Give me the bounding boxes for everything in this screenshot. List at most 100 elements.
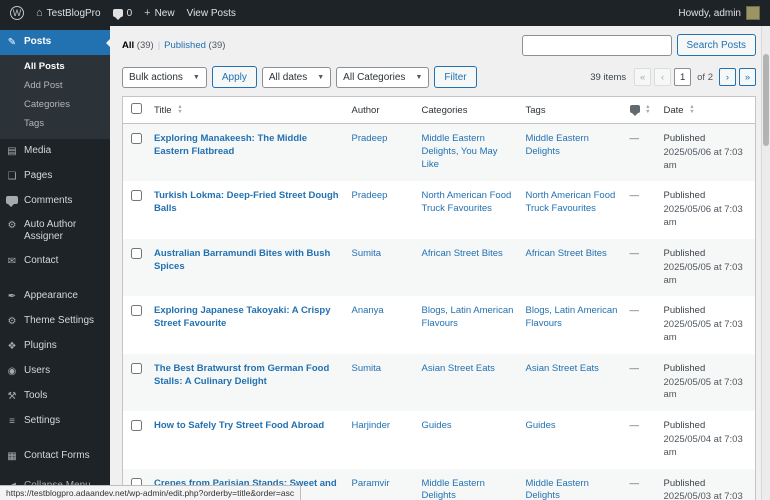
sidebar-item-auto-author-assigner[interactable]: ⚙ Auto Author Assigner (0, 213, 110, 249)
categories-cell: Asian Street Eats (416, 354, 520, 411)
category-link[interactable]: Asian Street Eats (422, 363, 495, 374)
category-link[interactable]: Middle Eastern Delights, You May Like (422, 133, 498, 170)
apply-button[interactable]: Apply (211, 66, 257, 88)
comments-cell: — (624, 124, 658, 182)
row-checkbox[interactable] (131, 247, 142, 259)
row-checkbox[interactable] (131, 362, 142, 374)
author-link[interactable]: Paramvir (352, 478, 390, 489)
sidebar-item-label: Auto Author Assigner (24, 219, 77, 242)
row-checkbox[interactable] (131, 305, 142, 317)
category-link[interactable]: Guides (422, 420, 452, 431)
last-page-button[interactable]: » (739, 68, 756, 86)
categories-filter-select[interactable]: All Categories ▼ (336, 66, 430, 88)
submenu-item-categories[interactable]: Categories (0, 95, 110, 114)
sidebar-item-appearance[interactable]: ✒ Appearance (0, 284, 110, 309)
column-header-date[interactable]: Date ▲ ▼ (657, 96, 756, 124)
wordpress-logo-icon[interactable]: W (10, 6, 24, 20)
tag-link[interactable]: Guides (526, 420, 556, 431)
tag-link[interactable]: Blogs, Latin American Flavours (526, 305, 618, 329)
comments-cell: — (624, 239, 658, 296)
title-cell: Exploring Japanese Takoyaki: A Crispy St… (148, 296, 346, 353)
submenu-item-tags[interactable]: Tags (0, 114, 110, 133)
howdy-admin-menu[interactable]: Howdy, admin (678, 8, 741, 19)
scrollbar-thumb[interactable] (763, 54, 769, 146)
bulk-actions-select[interactable]: Bulk actions ▼ (122, 66, 207, 88)
sort-icon: ▲ ▼ (689, 104, 695, 115)
tag-link[interactable]: Middle Eastern Delights (526, 133, 589, 157)
post-status: Published (663, 247, 706, 259)
category-link[interactable]: Middle Eastern Delights (422, 478, 485, 500)
post-date: 2025/05/06 at 7:03 am (663, 146, 743, 171)
posts-icon: ✎ (7, 37, 17, 48)
new-content-menu[interactable]: + New (144, 7, 174, 19)
sidebar-item-plugins[interactable]: ❖ Plugins (0, 334, 110, 359)
appearance-icon: ✒ (7, 291, 17, 302)
site-name-link[interactable]: ⌂ TestBlogPro (36, 7, 101, 19)
view-filter-published[interactable]: Published (39) (164, 40, 225, 51)
search-posts-button[interactable]: Search Posts (676, 34, 756, 56)
sidebar-item-users[interactable]: ◉ Users (0, 359, 110, 384)
submenu-item-all-posts[interactable]: All Posts (0, 57, 110, 76)
tag-link[interactable]: Asian Street Eats (526, 363, 599, 374)
row-checkbox[interactable] (131, 420, 142, 432)
sidebar-item-comments[interactable]: Comments (0, 189, 110, 213)
sidebar-item-pages[interactable]: ❏ Pages (0, 164, 110, 189)
post-title-link[interactable]: Turkish Lokma: Deep-Fried Street Dough B… (154, 190, 339, 214)
view-filter-all[interactable]: All (39) (122, 40, 154, 51)
author-link[interactable]: Ananya (352, 305, 384, 316)
first-page-button: « (634, 68, 652, 86)
sidebar-item-contact[interactable]: ✉ Contact (0, 249, 110, 274)
author-cell: Pradeep (346, 124, 416, 182)
author-link[interactable]: Sumita (352, 248, 382, 259)
sidebar-item-settings[interactable]: ≡ Settings (0, 409, 110, 434)
submenu-item-add-post[interactable]: Add Post (0, 76, 110, 95)
comment-count: — (629, 362, 640, 374)
view-posts-link[interactable]: View Posts (187, 8, 236, 19)
category-link[interactable]: North American Food Truck Favourites (422, 190, 512, 214)
current-page-input[interactable]: 1 (674, 68, 692, 86)
category-link[interactable]: Blogs, Latin American Flavours (422, 305, 514, 329)
sidebar-item-label: Posts (24, 36, 52, 47)
dates-filter-select[interactable]: All dates ▼ (261, 66, 332, 88)
scrollbar[interactable] (761, 26, 770, 500)
prev-page-button: ‹ (654, 68, 672, 86)
admin-bar-comments[interactable]: 0 (112, 8, 132, 20)
column-header-comments[interactable]: ▲ ▼ (623, 96, 658, 124)
user-avatar[interactable] (746, 6, 760, 20)
author-header-label: Author (351, 104, 380, 116)
next-page-button[interactable]: › (719, 68, 736, 86)
post-title-link[interactable]: Exploring Manakeesh: The Middle Eastern … (154, 133, 307, 157)
tag-link[interactable]: Middle Eastern Delights (526, 478, 589, 500)
post-title-link[interactable]: Australian Barramundi Bites with Bush Sp… (154, 248, 330, 272)
column-header-title[interactable]: Title ▲ ▼ (148, 96, 346, 124)
tag-link[interactable]: North American Food Truck Favourites (526, 190, 616, 214)
sidebar-item-tools[interactable]: ⚒ Tools (0, 384, 110, 409)
author-link[interactable]: Pradeep (352, 190, 388, 201)
author-link[interactable]: Sumita (352, 363, 382, 374)
select-all-checkbox[interactable] (131, 103, 142, 114)
search-input[interactable] (521, 34, 672, 56)
tag-link[interactable]: African Street Bites (526, 248, 607, 259)
auto-author-icon: ⚙ (7, 220, 17, 231)
row-checkbox[interactable] (131, 190, 142, 202)
author-link[interactable]: Pradeep (352, 133, 388, 144)
title-cell: The Best Bratwurst from German Food Stal… (148, 354, 346, 411)
comment-count: — (629, 305, 640, 317)
row-checkbox[interactable] (131, 133, 142, 144)
filter-button[interactable]: Filter (434, 66, 477, 88)
post-title-link[interactable]: The Best Bratwurst from German Food Stal… (154, 363, 329, 387)
author-cell: Harjinder (346, 411, 416, 468)
post-date: 2025/05/05 at 7:03 am (663, 261, 743, 286)
author-cell: Sumita (346, 239, 416, 296)
status-bar-url: https://testblogpro.adaandev.net/wp-admi… (0, 485, 302, 500)
post-title-link[interactable]: Exploring Japanese Takoyaki: A Crispy St… (154, 305, 331, 329)
sidebar-item-theme-settings[interactable]: ⚙ Theme Settings (0, 309, 110, 334)
author-link[interactable]: Harjinder (352, 420, 391, 431)
post-title-link[interactable]: How to Safely Try Street Food Abroad (154, 420, 324, 431)
pages-icon: ❏ (7, 171, 17, 182)
sidebar-item-media[interactable]: ▤ Media (0, 139, 110, 164)
post-date: 2025/05/06 at 7:03 am (663, 204, 743, 229)
category-link[interactable]: African Street Bites (422, 248, 503, 259)
sidebar-item-contact-forms[interactable]: ▦ Contact Forms (0, 444, 110, 469)
sidebar-item-posts[interactable]: ✎ Posts (0, 30, 110, 55)
